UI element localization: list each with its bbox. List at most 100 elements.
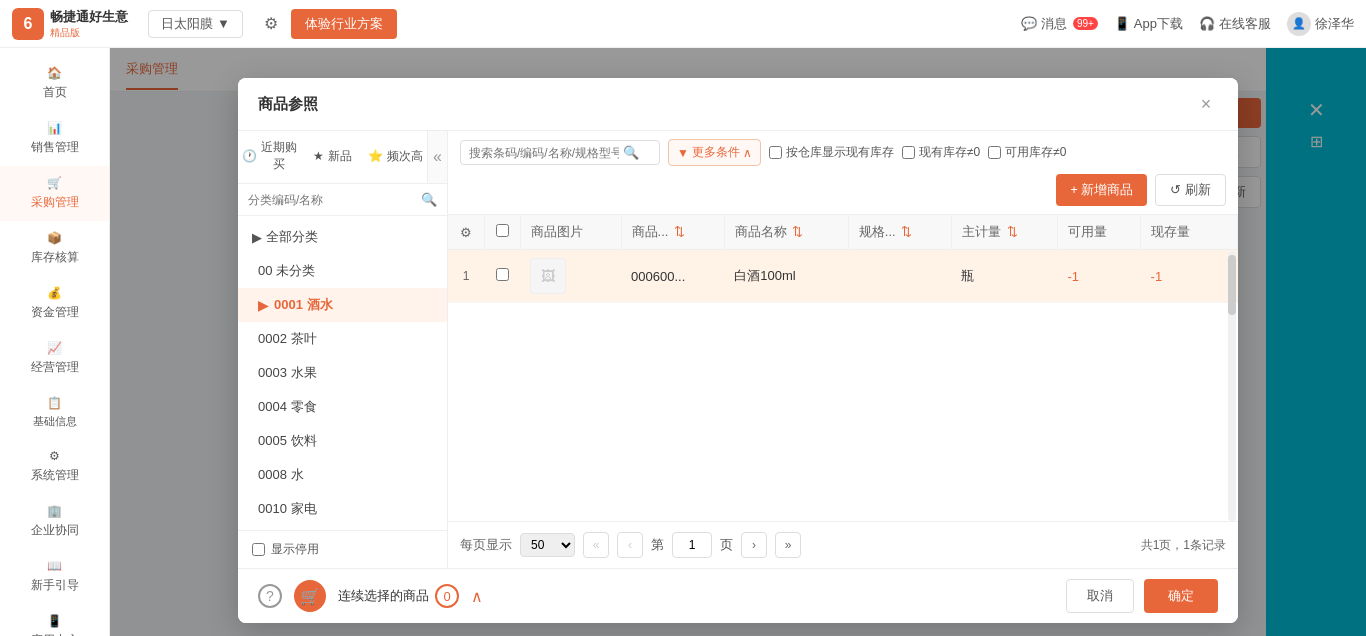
tab-new[interactable]: ★ 新品 <box>301 131 364 183</box>
tab-recent[interactable]: 🕐 近期购买 <box>238 131 301 183</box>
logo-text: 畅捷通好生意 精品版 <box>50 8 128 40</box>
cat-item-c0002[interactable]: 0002 茶叶 <box>238 322 447 356</box>
phone-icon: 📱 <box>1114 16 1130 31</box>
category-search-input[interactable] <box>248 193 415 207</box>
sales-icon: 📊 <box>47 121 62 135</box>
product-panel: 🔍 ▼ 更多条件 ∧ 按仓库显示现有库存 <box>448 131 1238 568</box>
cat-item-c0003[interactable]: 0003 水果 <box>238 356 447 390</box>
row-checkbox[interactable] <box>496 268 509 281</box>
table-row[interactable]: 1 🖼 <box>448 250 1238 303</box>
col-code[interactable]: 商品... ⇅ <box>621 215 724 250</box>
filter-more-button[interactable]: ▼ 更多条件 ∧ <box>668 139 761 166</box>
modal-title: 商品参照 <box>258 95 318 114</box>
cat-item-c0001[interactable]: ▶ 0001 酒水 <box>238 288 447 322</box>
scrollbar-track[interactable] <box>1228 251 1236 521</box>
online-service-button[interactable]: 🎧 在线客服 <box>1199 15 1271 33</box>
product-table-container: ⚙ 商品图片 商品... ⇅ <box>448 215 1238 521</box>
cat-item-c0005[interactable]: 0005 饮料 <box>238 424 447 458</box>
settings-icon[interactable]: ⚙ <box>257 10 285 38</box>
messages-button[interactable]: 💬 消息 99+ <box>1021 15 1098 33</box>
warehouse-stock-checkbox[interactable] <box>769 146 782 159</box>
sort-spec-icon[interactable]: ⇅ <box>901 224 912 239</box>
sort-code-icon[interactable]: ⇅ <box>674 224 685 239</box>
cta-button[interactable]: 体验行业方案 <box>291 9 397 39</box>
gear-col-icon[interactable]: ⚙ <box>460 225 472 240</box>
sidebar-item-sales[interactable]: 📊 销售管理 <box>0 111 109 166</box>
collapse-panel-button[interactable]: « <box>427 131 447 183</box>
next-page-button[interactable]: › <box>741 532 767 558</box>
first-page-button[interactable]: « <box>583 532 609 558</box>
cat-item-c0004[interactable]: 0004 零食 <box>238 390 447 424</box>
tab-frequent[interactable]: ⭐ 频次高 <box>364 131 427 183</box>
col-unit[interactable]: 主计量 ⇅ <box>951 215 1057 250</box>
cancel-button[interactable]: 取消 <box>1066 579 1134 613</box>
filter-bar: 🔍 ▼ 更多条件 ∧ 按仓库显示现有库存 <box>448 131 1238 215</box>
star-icon: ★ <box>313 149 324 163</box>
category-tabs-row: 🕐 近期购买 ★ 新品 ⭐ 频次高 « <box>238 131 447 184</box>
sort-unit-icon[interactable]: ⇅ <box>1007 224 1018 239</box>
row-checkbox-cell[interactable] <box>484 250 520 303</box>
available-ne0-filter[interactable]: 现有库存≠0 <box>902 144 980 161</box>
sidebar-item-home[interactable]: 🏠 首页 <box>0 56 109 111</box>
cat-item-all[interactable]: ▶ 全部分类 <box>238 220 447 254</box>
headset-icon: 🎧 <box>1199 16 1215 31</box>
sidebar-item-basic[interactable]: 📋 基础信息 <box>0 386 109 439</box>
usable-ne0-checkbox[interactable] <box>988 146 1001 159</box>
refresh-button[interactable]: ↺ 刷新 <box>1155 174 1226 206</box>
sidebar-item-finance[interactable]: 💰 资金管理 <box>0 276 109 331</box>
sidebar-item-purchase[interactable]: 🛒 采购管理 <box>0 166 109 221</box>
col-available: 可用量 <box>1057 215 1140 250</box>
select-all-checkbox[interactable] <box>496 224 509 237</box>
row-spec-cell <box>848 250 951 303</box>
filter-collapse-icon: ∧ <box>743 146 752 160</box>
confirm-button[interactable]: 确定 <box>1144 579 1218 613</box>
app-download-button[interactable]: 📱 App下载 <box>1114 15 1183 33</box>
search-icon[interactable]: 🔍 <box>421 192 437 207</box>
cat-item-c0008[interactable]: 0008 水 <box>238 458 447 492</box>
top-navigation: 6 畅捷通好生意 精品版 日太阳膜 ▼ ⚙ 体验行业方案 💬 消息 99+ 📱 … <box>0 0 1366 48</box>
sidebar-item-guide[interactable]: 📖 新手引导 <box>0 549 109 604</box>
cart-button[interactable]: 🛒 <box>294 580 326 612</box>
last-page-button[interactable]: » <box>775 532 801 558</box>
scrollbar-thumb[interactable] <box>1228 255 1236 315</box>
table-action-buttons: + 新增商品 ↺ 刷新 <box>1056 174 1226 206</box>
filter-icon: ▼ <box>677 146 689 160</box>
add-product-button[interactable]: + 新增商品 <box>1056 174 1147 206</box>
display-disabled-label[interactable]: 显示停用 <box>271 541 319 558</box>
modal-close-button[interactable]: × <box>1194 92 1218 116</box>
product-search-input[interactable] <box>469 146 619 160</box>
col-name[interactable]: 商品名称 ⇅ <box>724 215 848 250</box>
sidebar-item-system[interactable]: ⚙ 系统管理 <box>0 439 109 494</box>
continuous-select-area: 连续选择的商品 0 <box>338 584 459 608</box>
col-spec[interactable]: 规格... ⇅ <box>848 215 951 250</box>
store-selector[interactable]: 日太阳膜 ▼ <box>148 10 243 38</box>
category-list: ▶ 全部分类 00 未分类 ▶ 0001 酒水 0002 茶 <box>238 216 447 530</box>
col-gear[interactable]: ⚙ <box>448 215 484 250</box>
user-profile[interactable]: 👤 徐泽华 <box>1287 12 1354 36</box>
modal-footer: ? 🛒 连续选择的商品 0 ∧ 取消 确定 <box>238 568 1238 623</box>
message-badge: 99+ <box>1073 17 1098 30</box>
row-available-cell: -1 <box>1057 250 1140 303</box>
usable-ne0-filter[interactable]: 可用库存≠0 <box>988 144 1066 161</box>
footer-actions: 取消 确定 <box>1066 579 1218 613</box>
footer-collapse-button[interactable]: ∧ <box>471 587 483 606</box>
search-icon[interactable]: 🔍 <box>623 145 639 160</box>
sidebar-item-appstore[interactable]: 📱 应用中心 <box>0 604 109 636</box>
available-ne0-checkbox[interactable] <box>902 146 915 159</box>
sort-name-icon[interactable]: ⇅ <box>792 224 803 239</box>
help-button[interactable]: ? <box>258 584 282 608</box>
display-disabled-checkbox[interactable] <box>252 543 265 556</box>
page-number-input[interactable] <box>672 532 712 558</box>
prev-page-button[interactable]: ‹ <box>617 532 643 558</box>
sidebar-item-enterprise[interactable]: 🏢 企业协同 <box>0 494 109 549</box>
per-page-select[interactable]: 50 20 100 <box>520 533 575 557</box>
warehouse-stock-filter[interactable]: 按仓库显示现有库存 <box>769 144 894 161</box>
sidebar-item-inventory[interactable]: 📦 库存核算 <box>0 221 109 276</box>
appstore-icon: 📱 <box>47 614 62 628</box>
sidebar-item-operations[interactable]: 📈 经营管理 <box>0 331 109 386</box>
logo-area[interactable]: 6 畅捷通好生意 精品版 <box>12 8 128 40</box>
cat-item-c0010[interactable]: 0010 家电 <box>238 492 447 526</box>
arrow-icon-c0001: ▶ <box>258 298 268 313</box>
basic-icon: 📋 <box>47 396 62 410</box>
cat-item-c00[interactable]: 00 未分类 <box>238 254 447 288</box>
